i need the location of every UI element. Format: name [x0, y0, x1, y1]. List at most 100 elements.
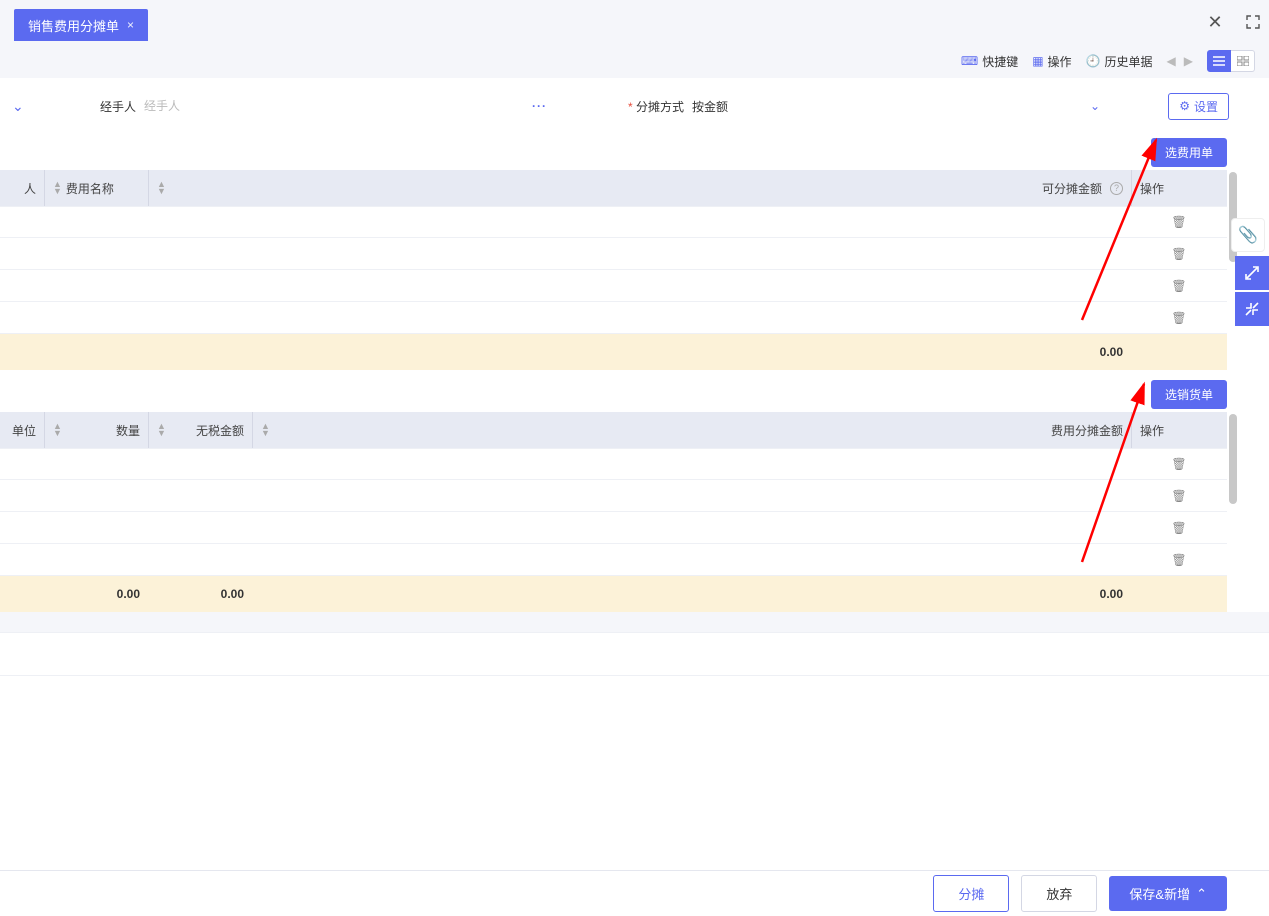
tab-active[interactable]: 销售费用分摊单 ×	[14, 9, 148, 41]
settings-button[interactable]: ⚙ 设置	[1168, 93, 1229, 120]
trash-icon: 🗑	[1171, 489, 1186, 503]
th-op2-label: 操作	[1140, 422, 1164, 439]
table-row: 🗑	[0, 448, 1227, 480]
sort-icon: ▲▼	[157, 423, 166, 437]
card-view-button[interactable]	[1231, 50, 1255, 72]
grid-icon: ▦	[1032, 54, 1043, 68]
th-unit[interactable]: 单位	[0, 412, 44, 448]
list-view-button[interactable]	[1207, 50, 1231, 72]
sales-table: 单位 ▲▼ 数量 ▲▼ 无税金额 ▲▼ 费用分摊金额 操作 🗑	[0, 412, 1227, 612]
sort-icon: ▲▼	[53, 181, 62, 195]
expand-in-button[interactable]	[1235, 292, 1269, 326]
paperclip-icon: 📎	[1238, 225, 1258, 245]
chevron-up-icon: ⌃	[1196, 886, 1207, 902]
attachment-button[interactable]: 📎	[1231, 218, 1265, 252]
table-row: 🗑	[0, 238, 1227, 270]
delete-row-button[interactable]: 🗑	[1131, 480, 1227, 511]
sum-notax: 0.00	[221, 587, 244, 601]
th-payee[interactable]: 人	[0, 170, 44, 206]
delete-row-button[interactable]: 🗑	[1131, 270, 1227, 301]
th-allocatable[interactable]: 可分摊金额 ?	[981, 170, 1131, 206]
table-row: 🗑	[0, 544, 1227, 576]
handler-label: 经手人	[100, 98, 136, 115]
delete-row-button[interactable]: 🗑	[1131, 207, 1227, 237]
keyboard-icon: ⌨	[961, 54, 978, 68]
discard-button[interactable]: 放弃	[1021, 875, 1097, 912]
trash-icon: 🗑	[1171, 279, 1186, 293]
th-fee-name[interactable]: ▲▼ 费用名称	[44, 170, 148, 206]
table-row: 🗑	[0, 270, 1227, 302]
fee-table: 人 ▲▼ 费用名称 ▲▼ 可分摊金额 ? 操作 🗑	[0, 170, 1227, 370]
th-op: 操作	[1131, 170, 1227, 206]
th-unit-label: 单位	[12, 422, 36, 439]
th-qty-label: 数量	[66, 422, 140, 439]
scrollbar[interactable]	[1229, 412, 1237, 540]
divider	[0, 612, 1269, 632]
form-row: ⌄ 经手人 ··· 分摊方式 ⌄ ⚙ 设置	[0, 78, 1269, 134]
th-fee-name-label: 费用名称	[66, 180, 114, 197]
sales-table-header: 单位 ▲▼ 数量 ▲▼ 无税金额 ▲▼ 费用分摊金额 操作	[0, 412, 1227, 448]
operate-label: 操作	[1048, 53, 1072, 70]
sort-icon: ▲▼	[157, 181, 166, 195]
trash-icon: 🗑	[1171, 457, 1186, 471]
chevron-down-icon[interactable]: ⌄	[1090, 99, 1100, 113]
delete-row-button[interactable]: 🗑	[1131, 302, 1227, 333]
select-sales-bill-button[interactable]: 选销货单	[1151, 380, 1227, 409]
nav-arrows: ◀ ▶	[1167, 54, 1193, 68]
tab-bar: 销售费用分摊单 × ✕	[0, 0, 1269, 44]
fee-table-body: 🗑 🗑 🗑 🗑	[0, 206, 1227, 334]
handler-input[interactable]	[144, 99, 524, 113]
prev-icon[interactable]: ◀	[1167, 54, 1176, 68]
top-toolbar: ⌨ 快捷键 ▦ 操作 🕘 历史单据 ◀ ▶	[0, 44, 1269, 78]
fee-sum-value: 0.00	[1100, 345, 1123, 359]
view-toggles	[1207, 50, 1255, 72]
th-notax[interactable]: ▲▼ 无税金额	[148, 412, 252, 448]
sales-table-body: 🗑 🗑 🗑 🗑	[0, 448, 1227, 576]
sales-sum-row: 0.00 0.00 0.00	[0, 576, 1227, 612]
shortcut-link[interactable]: ⌨ 快捷键	[961, 53, 1018, 70]
close-tab-icon[interactable]: ×	[127, 18, 134, 32]
footer: 分摊 放弃 保存&新增 ⌃	[0, 870, 1269, 916]
th-spacer: ▲▼	[252, 412, 981, 448]
settings-label: 设置	[1194, 98, 1218, 115]
history-link[interactable]: 🕘 历史单据	[1086, 53, 1153, 70]
expand-out-button[interactable]	[1235, 256, 1269, 290]
allocate-button[interactable]: 分摊	[933, 875, 1009, 912]
close-window-button[interactable]: ✕	[1201, 8, 1229, 36]
trash-icon: 🗑	[1171, 311, 1186, 325]
scrollbar-thumb[interactable]	[1229, 414, 1237, 504]
table-row: 🗑	[0, 480, 1227, 512]
delete-row-button[interactable]: 🗑	[1131, 512, 1227, 543]
operate-link[interactable]: ▦ 操作	[1032, 53, 1071, 70]
delete-row-button[interactable]: 🗑	[1131, 544, 1227, 575]
save-new-button[interactable]: 保存&新增 ⌃	[1109, 876, 1227, 911]
help-icon[interactable]: ?	[1110, 182, 1123, 195]
delete-row-button[interactable]: 🗑	[1131, 238, 1227, 269]
sort-icon: ▲▼	[53, 423, 62, 437]
th-empty: ▲▼	[148, 170, 981, 206]
select-fee-bill-button[interactable]: 选费用单	[1151, 138, 1227, 167]
trash-icon: 🗑	[1171, 521, 1186, 535]
th-allocatable-label: 可分摊金额	[1042, 180, 1102, 197]
th-fee-alloc[interactable]: 费用分摊金额	[981, 412, 1131, 448]
th-qty[interactable]: ▲▼ 数量	[44, 412, 148, 448]
trash-icon: 🗑	[1171, 553, 1186, 567]
next-icon[interactable]: ▶	[1184, 54, 1193, 68]
th-op-label: 操作	[1140, 180, 1164, 197]
sum-alloc: 0.00	[1100, 587, 1123, 601]
save-new-label: 保存&新增	[1129, 884, 1190, 903]
delete-row-button[interactable]: 🗑	[1131, 449, 1227, 479]
th-op2: 操作	[1131, 412, 1227, 448]
fee-sum-row: 0.00	[0, 334, 1227, 370]
th-payee-label: 人	[24, 180, 36, 197]
trash-icon: 🗑	[1171, 247, 1186, 261]
more-icon[interactable]: ···	[532, 99, 547, 113]
chevron-down-icon[interactable]: ⌄	[12, 98, 30, 115]
sum-qty: 0.00	[117, 587, 140, 601]
th-fee-alloc-label: 费用分摊金额	[1051, 422, 1123, 439]
method-select[interactable]	[692, 99, 1082, 113]
table-row: 🗑	[0, 206, 1227, 238]
fullscreen-icon[interactable]	[1243, 12, 1263, 32]
history-icon: 🕘	[1086, 54, 1101, 68]
tab-title: 销售费用分摊单	[28, 16, 119, 35]
